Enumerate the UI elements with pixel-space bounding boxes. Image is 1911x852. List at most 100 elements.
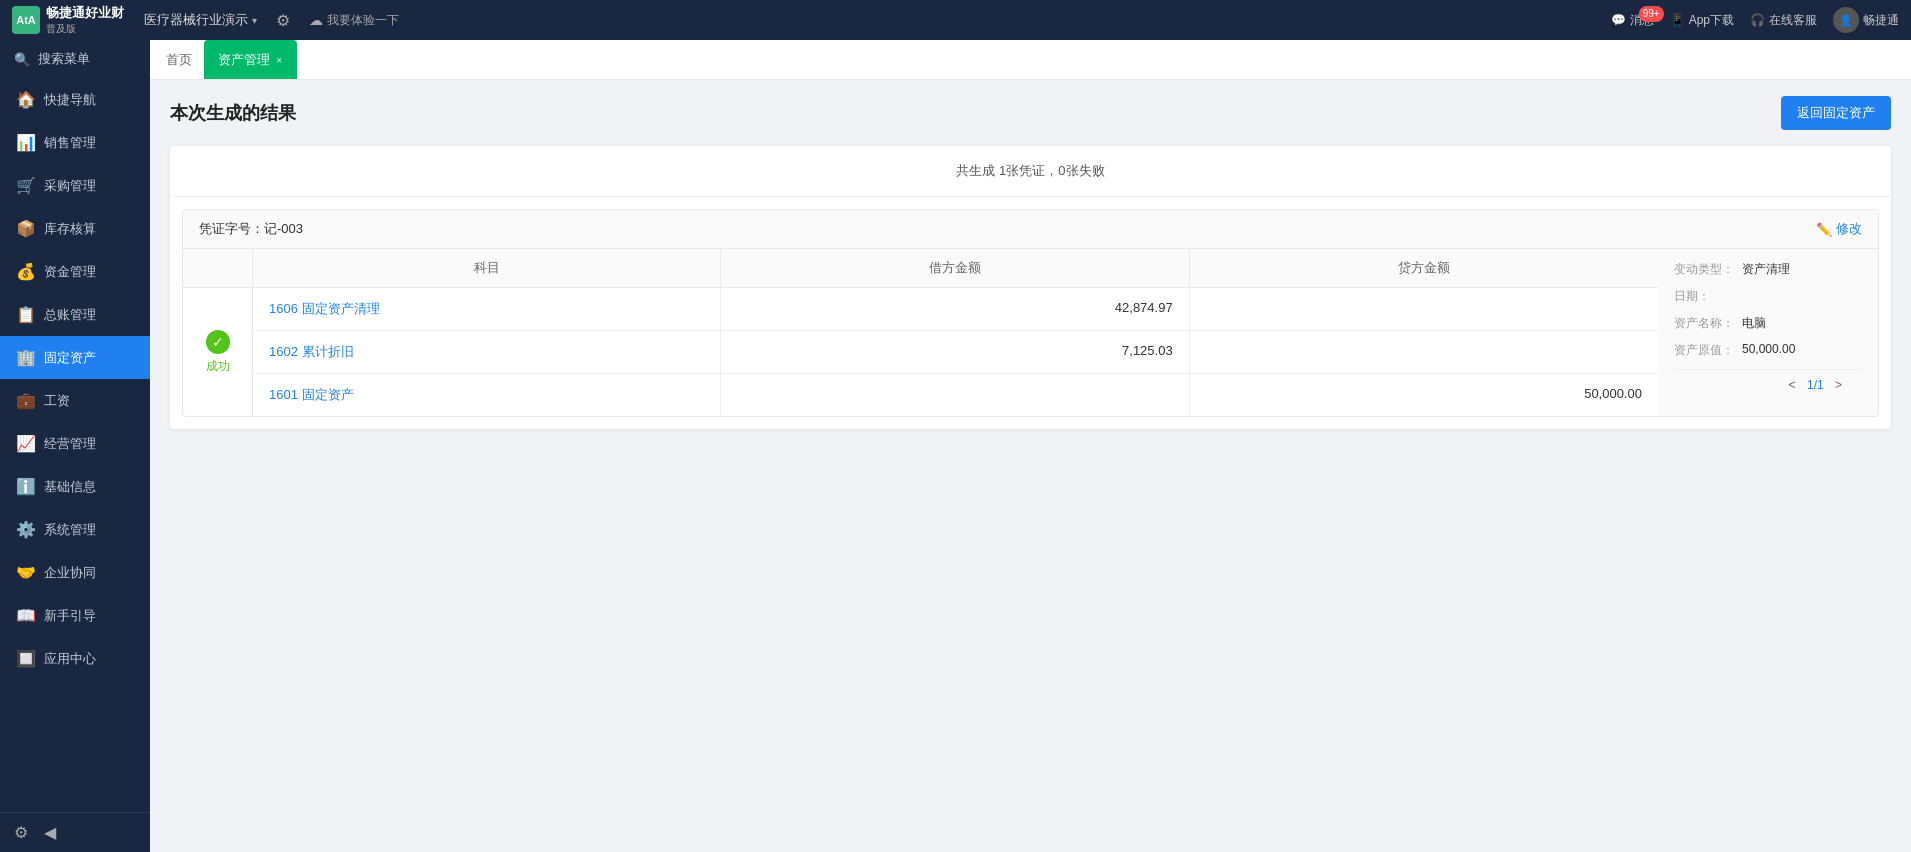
message-icon: 💬: [1611, 13, 1626, 27]
user-label: 畅捷通: [1863, 12, 1899, 29]
sidebar-item-salary[interactable]: 💼 工资: [0, 379, 150, 422]
app-download-button[interactable]: 📱 App下载: [1670, 12, 1734, 29]
sidebar-settings-icon[interactable]: ⚙: [14, 823, 28, 842]
table-header: 科目 借方金额 贷方金额: [253, 249, 1658, 288]
pagination-next[interactable]: >: [1835, 378, 1842, 392]
cloud-icon: ☁: [309, 12, 323, 28]
debit-cell: 42,874.97: [721, 288, 1189, 330]
chevron-down-icon: ▾: [252, 15, 257, 26]
sidebar-item-inventory[interactable]: 📦 库存核算: [0, 207, 150, 250]
sidebar-item-label: 企业协同: [44, 564, 96, 582]
asset-name-row: 资产名称： 电脑: [1674, 315, 1862, 332]
page-content: 本次生成的结果 返回固定资产 共生成 1张凭证，0张失败 凭证字号：记-003 …: [150, 80, 1911, 852]
sidebar-collapse-icon[interactable]: ◀: [44, 823, 56, 842]
app-download-label: App下载: [1689, 12, 1734, 29]
sidebar-item-label: 系统管理: [44, 521, 96, 539]
sidebar-item-tutorial[interactable]: 📖 新手引导: [0, 594, 150, 637]
messages-badge: 99+: [1639, 6, 1664, 22]
sidebar-item-funds[interactable]: 💰 资金管理: [0, 250, 150, 293]
main-layout: 🔍 搜索菜单 🏠 快捷导航 📊 销售管理 🛒 采购管理 📦 库存核算 💰 资金管…: [0, 40, 1911, 852]
change-type-row: 变动类型： 资产清理: [1674, 261, 1862, 278]
top-bar: AtA 畅捷通好业财 普及版 医疗器械行业演示 ▾ ⚙ ☁ 我要体验一下 💬 消…: [0, 0, 1911, 40]
date-label: 日期：: [1674, 288, 1710, 305]
sidebar-item-ledger[interactable]: 📋 总账管理: [0, 293, 150, 336]
sidebar-item-label: 销售管理: [44, 134, 96, 152]
voucher-body: 科目 借方金额 贷方金额 ✓: [183, 249, 1878, 416]
ledger-icon: 📋: [16, 305, 36, 324]
sidebar-item-enterprise[interactable]: 🤝 企业协同: [0, 551, 150, 594]
online-service-button[interactable]: 🎧 在线客服: [1750, 12, 1817, 29]
operations-icon: 📈: [16, 434, 36, 453]
date-row: 日期：: [1674, 288, 1862, 305]
experience-button[interactable]: ☁ 我要体验一下: [309, 12, 399, 29]
pagination-prev[interactable]: <: [1789, 378, 1796, 392]
experience-label: 我要体验一下: [327, 12, 399, 29]
funds-icon: 💰: [16, 262, 36, 281]
tab-label: 资产管理: [218, 51, 270, 69]
salary-icon: 💼: [16, 391, 36, 410]
sidebar-item-label: 基础信息: [44, 478, 96, 496]
sidebar-item-quick-nav[interactable]: 🏠 快捷导航: [0, 78, 150, 121]
original-value-row: 资产原值： 50,000.00: [1674, 342, 1862, 359]
online-service-label: 在线客服: [1769, 12, 1817, 29]
credit-cell: [1190, 288, 1658, 330]
user-menu-button[interactable]: 👤 畅捷通: [1833, 7, 1899, 33]
col-credit: 贷方金额: [1190, 249, 1658, 287]
tab-close-icon[interactable]: ×: [276, 54, 282, 66]
sidebar-item-operations[interactable]: 📈 经营管理: [0, 422, 150, 465]
table-row: 1606 固定资产清理 42,874.97: [253, 288, 1658, 331]
service-icon: 🎧: [1750, 13, 1765, 27]
summary-text: 共生成 1张凭证，0张失败: [956, 163, 1104, 178]
sidebar-item-search[interactable]: 🔍 搜索菜单: [0, 40, 150, 78]
content-area: 首页 资产管理 × 本次生成的结果 返回固定资产 共生成 1张凭证，0张失败: [150, 40, 1911, 852]
pagination-current: 1/1: [1807, 378, 1824, 392]
subject-cell[interactable]: 1601 固定资产: [253, 374, 721, 416]
sidebar: 🔍 搜索菜单 🏠 快捷导航 📊 销售管理 🛒 采购管理 📦 库存核算 💰 资金管…: [0, 40, 150, 852]
sidebar-item-label: 固定资产: [44, 349, 96, 367]
sidebar-item-label: 经营管理: [44, 435, 96, 453]
sidebar-item-fixed-assets[interactable]: 🏢 固定资产: [0, 336, 150, 379]
tabs-bar: 首页 资产管理 ×: [150, 40, 1911, 80]
original-value-label: 资产原值：: [1674, 342, 1734, 359]
sidebar-item-label: 总账管理: [44, 306, 96, 324]
debit-cell: 7,125.03: [721, 331, 1189, 373]
sidebar-item-label: 工资: [44, 392, 70, 410]
sidebar-item-app-center[interactable]: 🔲 应用中心: [0, 637, 150, 680]
credit-cell: 50,000.00: [1190, 374, 1658, 416]
edit-label: 修改: [1836, 220, 1862, 238]
sidebar-item-system[interactable]: ⚙️ 系统管理: [0, 508, 150, 551]
debit-cell: [721, 374, 1189, 416]
sidebar-bottom: ⚙ ◀: [0, 812, 150, 852]
table-row: 1601 固定资产 50,000.00: [253, 374, 1658, 416]
inventory-icon: 📦: [16, 219, 36, 238]
voucher-header: 凭证字号：记-003 ✏️ 修改: [183, 210, 1878, 249]
messages-button[interactable]: 💬 消息 99+: [1611, 12, 1654, 29]
sidebar-item-label: 资金管理: [44, 263, 96, 281]
credit-cell: [1190, 331, 1658, 373]
back-to-fixed-assets-button[interactable]: 返回固定资产: [1781, 96, 1891, 130]
sidebar-item-label: 库存核算: [44, 220, 96, 238]
app-center-icon: 🔲: [16, 649, 36, 668]
tab-home[interactable]: 首页: [166, 51, 204, 69]
sidebar-item-label: 采购管理: [44, 177, 96, 195]
sidebar-item-purchase[interactable]: 🛒 采购管理: [0, 164, 150, 207]
page-header: 本次生成的结果 返回固定资产: [170, 96, 1891, 130]
settings-icon[interactable]: ⚙: [269, 6, 297, 34]
tab-asset-management[interactable]: 资产管理 ×: [204, 40, 297, 79]
sidebar-item-label: 新手引导: [44, 607, 96, 625]
sidebar-item-basic-info[interactable]: ℹ️ 基础信息: [0, 465, 150, 508]
subject-cell[interactable]: 1602 累计折旧: [253, 331, 721, 373]
avatar: 👤: [1833, 7, 1859, 33]
sidebar-item-label: 应用中心: [44, 650, 96, 668]
company-selector[interactable]: 医疗器械行业演示 ▾: [144, 11, 257, 29]
table-row: 1602 累计折旧 7,125.03: [253, 331, 1658, 374]
app-edition: 普及版: [46, 22, 124, 36]
logo-icon: AtA: [12, 6, 40, 34]
app-name: 畅捷通好业财: [46, 5, 124, 20]
side-info-panel: 变动类型： 资产清理 日期： 资产名称： 电脑: [1658, 249, 1878, 416]
edit-voucher-button[interactable]: ✏️ 修改: [1816, 220, 1862, 238]
sidebar-item-sales[interactable]: 📊 销售管理: [0, 121, 150, 164]
subject-cell[interactable]: 1606 固定资产清理: [253, 288, 721, 330]
col-debit: 借方金额: [721, 249, 1189, 287]
status-column: ✓ 成功: [183, 288, 253, 416]
